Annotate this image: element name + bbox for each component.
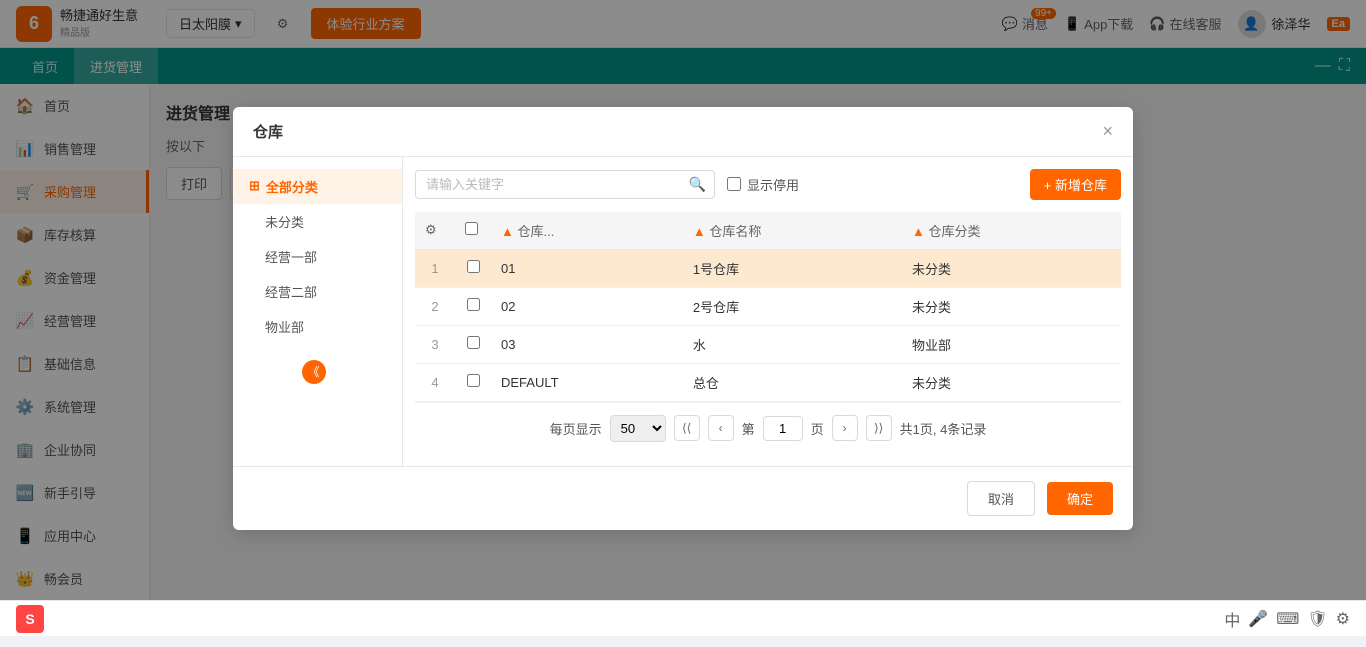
row-code: DEFAULT: [491, 363, 683, 401]
per-page-label: 每页显示: [550, 419, 602, 438]
cat-label-property: 物业部: [265, 320, 304, 335]
row-category: 未分类: [902, 363, 1121, 401]
cat-label-unclassified: 未分类: [265, 215, 304, 230]
table-row: 2 02 2号仓库 未分类: [415, 287, 1121, 325]
add-warehouse-button[interactable]: + 新增仓库: [1030, 169, 1121, 200]
config-icon[interactable]: ⚙: [1336, 609, 1350, 629]
search-wrap: 🔍: [415, 170, 715, 199]
row-num: 1: [431, 261, 438, 276]
show-disabled-text: 显示停用: [747, 175, 799, 194]
row-code: 03: [491, 325, 683, 363]
sort-cat-icon: ▲: [912, 224, 925, 239]
table-head: ⚙ ▲ 仓库... ▲: [415, 212, 1121, 250]
bottom-icons: 中 🎤 ⌨ 🛡 ⚙: [1224, 607, 1350, 631]
row-category: 未分类: [902, 249, 1121, 287]
search-input[interactable]: [416, 171, 681, 198]
prev-page-button[interactable]: ‹: [708, 415, 734, 441]
row-gear: 3: [415, 325, 455, 363]
page-label: 第: [742, 419, 755, 438]
gear-col-icon: ⚙: [425, 222, 437, 237]
page-unit: 页: [811, 419, 824, 438]
row-check[interactable]: [455, 325, 491, 363]
row-num: 3: [431, 337, 438, 352]
search-button[interactable]: 🔍: [681, 176, 714, 193]
row-name: 水: [683, 325, 902, 363]
row-num: 2: [431, 299, 438, 314]
table-row: 1 01 1号仓库 未分类: [415, 249, 1121, 287]
modal-body: ⊞ 全部分类 未分类 经营一部 经营二部 物业部 《: [233, 157, 1133, 466]
row-category: 未分类: [902, 287, 1121, 325]
per-page-select[interactable]: 50 20 100: [610, 415, 666, 442]
confirm-button[interactable]: 确定: [1047, 482, 1113, 515]
last-page-button[interactable]: ⟩⟩: [866, 415, 892, 441]
cat-label-dept2: 经营二部: [265, 285, 317, 300]
bottom-logo: S: [16, 605, 44, 633]
category-panel: ⊞ 全部分类 未分类 经营一部 经营二部 物业部 《: [233, 157, 403, 466]
shield-icon[interactable]: 🛡: [1307, 609, 1327, 629]
category-dept2[interactable]: 经营二部: [233, 274, 402, 309]
bottombar: S 中 🎤 ⌨ 🛡 ⚙: [0, 600, 1366, 636]
next-page-button[interactable]: ›: [832, 415, 858, 441]
table-panel: 🔍 显示停用 + 新增仓库 ⚙: [403, 157, 1133, 466]
modal-overlay: 仓库 × ⊞ 全部分类 未分类 经营一部 经营二部: [0, 0, 1366, 636]
category-property[interactable]: 物业部: [233, 309, 402, 344]
row-name: 总仓: [683, 363, 902, 401]
table-container: ⚙ ▲ 仓库... ▲: [415, 212, 1121, 402]
sort-up-icon: ▲: [501, 224, 514, 239]
cancel-button[interactable]: 取消: [967, 481, 1035, 516]
col-header-check: [455, 212, 491, 250]
category-unclassified[interactable]: 未分类: [233, 204, 402, 239]
collapse-panel-button[interactable]: 《: [302, 360, 326, 384]
category-all[interactable]: ⊞ 全部分类: [233, 169, 402, 204]
show-disabled-checkbox[interactable]: [727, 177, 741, 191]
warehouse-modal: 仓库 × ⊞ 全部分类 未分类 经营一部 经营二部: [233, 107, 1133, 530]
row-check[interactable]: [455, 249, 491, 287]
warehouse-table: ⚙ ▲ 仓库... ▲: [415, 212, 1121, 402]
row-gear: 4: [415, 363, 455, 401]
row-gear: 2: [415, 287, 455, 325]
row-name: 1号仓库: [683, 249, 902, 287]
table-toolbar: 🔍 显示停用 + 新增仓库: [415, 169, 1121, 200]
mic-icon[interactable]: 🎤: [1248, 609, 1268, 629]
table-body: 1 01 1号仓库 未分类 2 02 2号仓库 未分类 3 03 水 物业部 4…: [415, 249, 1121, 401]
row-check[interactable]: [455, 363, 491, 401]
select-all-checkbox[interactable]: [465, 222, 478, 235]
col-header-name: ▲ 仓库名称: [683, 212, 902, 250]
row-code: 01: [491, 249, 683, 287]
pagination: 每页显示 50 20 100 ⟨⟨ ‹ 第 页 › ⟩⟩ 共1页, 4条记录: [415, 402, 1121, 454]
table-header-row: ⚙ ▲ 仓库... ▲: [415, 212, 1121, 250]
modal-close-button[interactable]: ×: [1102, 121, 1113, 142]
show-disabled-label[interactable]: 显示停用: [727, 175, 799, 194]
page-input[interactable]: [763, 416, 803, 441]
modal-title: 仓库: [253, 121, 283, 142]
row-category: 物业部: [902, 325, 1121, 363]
modal-header: 仓库 ×: [233, 107, 1133, 157]
row-code: 02: [491, 287, 683, 325]
col-header-code: ▲ 仓库...: [491, 212, 683, 250]
first-page-button[interactable]: ⟨⟨: [674, 415, 700, 441]
lang-icon[interactable]: 中: [1224, 607, 1240, 631]
row-gear: 1: [415, 249, 455, 287]
col-header-category: ▲ 仓库分类: [902, 212, 1121, 250]
total-info: 共1页, 4条记录: [900, 419, 987, 438]
keyboard-icon[interactable]: ⌨: [1276, 609, 1299, 629]
grid-icon: ⊞: [249, 178, 260, 194]
row-check[interactable]: [455, 287, 491, 325]
table-row: 3 03 水 物业部: [415, 325, 1121, 363]
cat-label-dept1: 经营一部: [265, 250, 317, 265]
category-all-label: 全部分类: [266, 177, 318, 196]
row-name: 2号仓库: [683, 287, 902, 325]
modal-footer: 取消 确定: [233, 466, 1133, 530]
row-num: 4: [431, 375, 438, 390]
table-row: 4 DEFAULT 总仓 未分类: [415, 363, 1121, 401]
sort-name-icon: ▲: [693, 224, 706, 239]
col-header-gear: ⚙: [415, 212, 455, 250]
category-dept1[interactable]: 经营一部: [233, 239, 402, 274]
